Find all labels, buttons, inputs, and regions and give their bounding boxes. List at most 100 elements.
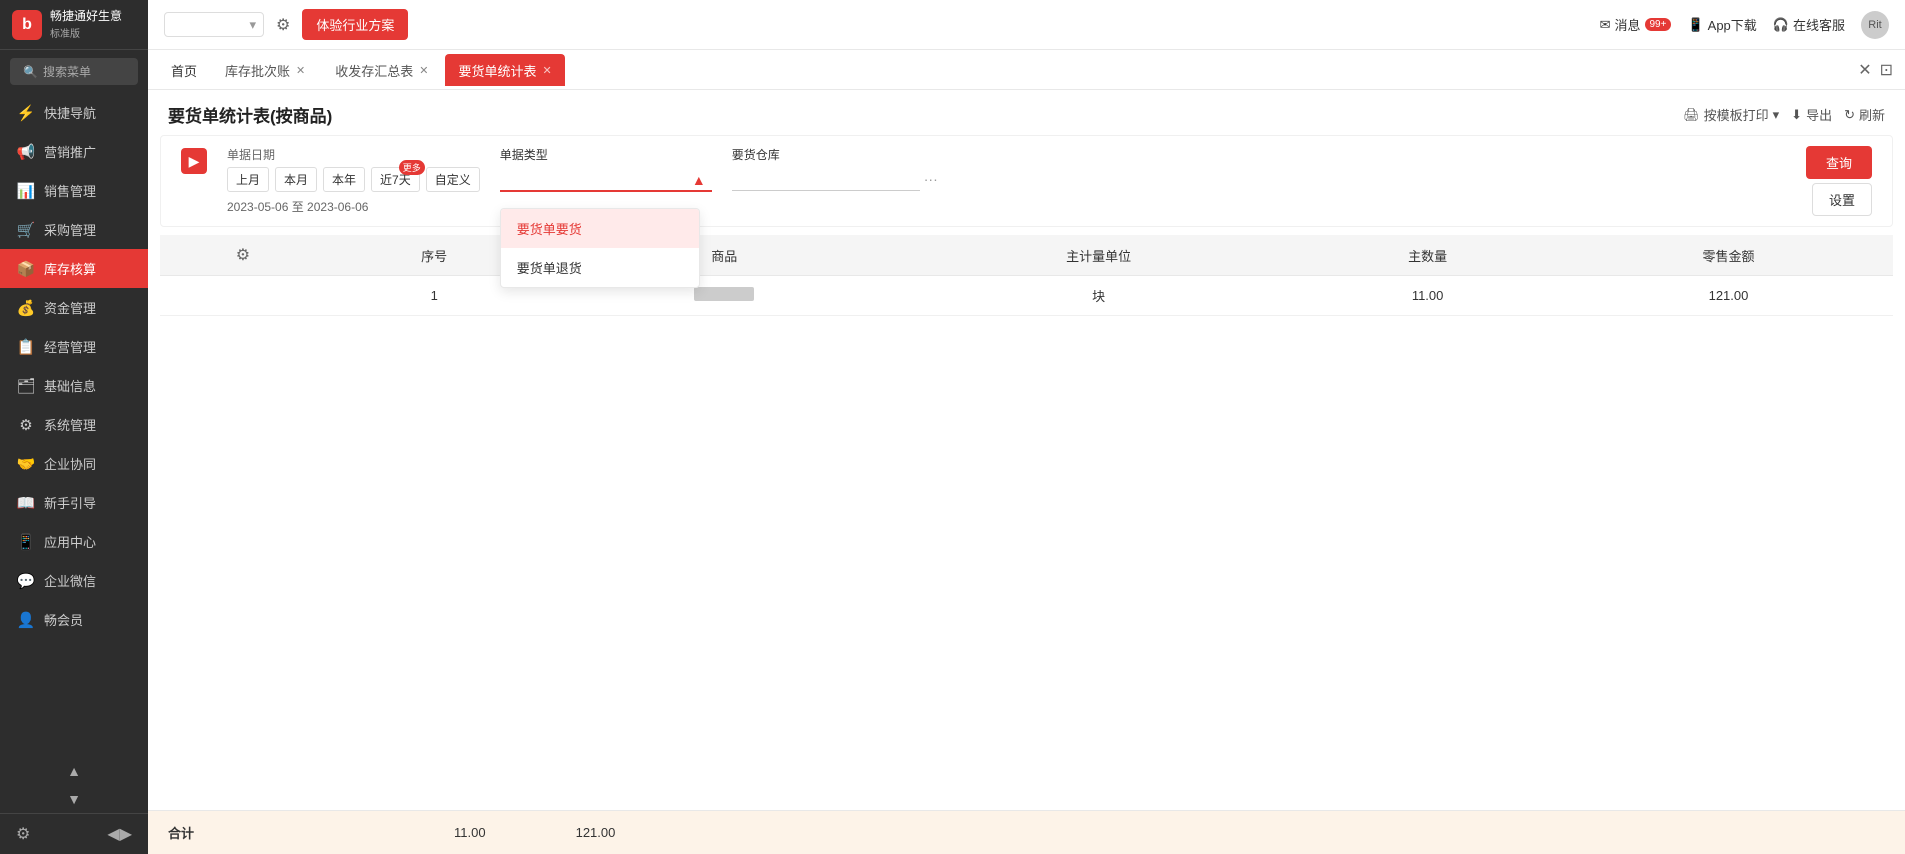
- sidebar-item-wechat[interactable]: 💬 企业微信: [0, 561, 148, 600]
- system-icon: ⚙: [16, 416, 36, 434]
- filter-custom-btn[interactable]: 自定义: [426, 167, 480, 192]
- dropdown-item-requisition-order[interactable]: 要货单要货: [501, 209, 699, 248]
- settings-btn[interactable]: 设置: [1812, 183, 1872, 216]
- settings-icon[interactable]: ⚙: [16, 824, 30, 844]
- page-title-bar: 要货单统计表(按商品) 🖨 按模板打印 ▾ ⬇ 导出 ↻ 刷新: [148, 90, 1905, 135]
- print-chevron[interactable]: ▾: [1773, 107, 1780, 123]
- collapse-icon[interactable]: ◀▶: [107, 824, 132, 844]
- tab-home[interactable]: 首页: [160, 54, 208, 86]
- cell-amount: 121.00: [1564, 276, 1893, 316]
- sidebar-scroll-down[interactable]: ▼: [0, 785, 148, 813]
- store-select[interactable]: 41: [164, 12, 264, 37]
- refresh-btn[interactable]: ↻ 刷新: [1844, 105, 1885, 124]
- footer-amount: 121.00: [576, 825, 616, 840]
- filter-actions-right: 查询 设置: [1806, 146, 1872, 216]
- sidebar-item-marketing[interactable]: 📢 营销推广: [0, 132, 148, 171]
- header-gear-icon[interactable]: ⚙: [276, 15, 290, 35]
- close-window-btn[interactable]: ✕: [1858, 60, 1871, 80]
- sidebar-item-label: 资金管理: [44, 298, 96, 317]
- top-header: 41 ⚙ 体验行业方案 ✉ 消息 99+ 📱 App下载 🎧 在线客服 Rit: [148, 0, 1905, 50]
- online-service-label: 在线客服: [1793, 15, 1845, 34]
- sidebar-item-basics[interactable]: 🗂 基础信息: [0, 366, 148, 405]
- sidebar-item-guide[interactable]: 📖 新手引导: [0, 483, 148, 522]
- dropdown-item-requisition-return[interactable]: 要货单退货: [501, 248, 699, 287]
- refresh-label: 刷新: [1859, 105, 1885, 124]
- sales-icon: 📊: [16, 182, 36, 200]
- messages-item[interactable]: ✉ 消息 99+: [1600, 15, 1672, 34]
- sidebar-item-inventory[interactable]: 📦 库存核算: [0, 249, 148, 288]
- app-name: 畅捷通好生意: [50, 9, 122, 25]
- hot-tag: 更多: [399, 160, 425, 175]
- sidebar-item-shortcut[interactable]: ⚡ 快捷导航: [0, 93, 148, 132]
- tab-home-label: 首页: [171, 61, 197, 80]
- messages-label: 消息: [1614, 15, 1640, 34]
- sidebar-nav: ⚡ 快捷导航 📢 营销推广 📊 销售管理 🛒 采购管理 📦 库存核算 💰 资金管…: [0, 93, 148, 757]
- goods-blurred: [694, 287, 754, 301]
- sidebar-item-label: 经营管理: [44, 337, 96, 356]
- close-tab-inventory-batch[interactable]: ✕: [296, 64, 305, 77]
- filter-year-btn[interactable]: 本年: [323, 167, 365, 192]
- sidebar-item-system[interactable]: ⚙ 系统管理: [0, 405, 148, 444]
- user-avatar[interactable]: Rit: [1861, 11, 1889, 39]
- online-service-item[interactable]: 🎧 在线客服: [1773, 15, 1845, 34]
- sidebar-scroll-up[interactable]: ▲: [0, 757, 148, 785]
- trial-btn[interactable]: 体验行业方案: [302, 9, 408, 40]
- filter-bar: ▶ 单据日期 上月 本月 本年 近7天 更多 自定义 2023-05-06 至 …: [160, 135, 1893, 227]
- sidebar-item-label: 应用中心: [44, 532, 96, 551]
- filter-type-input[interactable]: [500, 167, 712, 192]
- tab-inventory-batch-label: 库存批次账: [225, 61, 290, 80]
- footer-qty: 11.00: [454, 825, 486, 840]
- filter-curr-month-btn[interactable]: 本月: [275, 167, 317, 192]
- close-tab-receivable[interactable]: ✕: [419, 64, 428, 77]
- sidebar-item-member[interactable]: 👤 畅会员: [0, 600, 148, 639]
- appstore-icon: 📱: [16, 533, 36, 551]
- sidebar-item-label: 新手引导: [44, 493, 96, 512]
- col-settings[interactable]: ⚙: [160, 235, 326, 276]
- tab-requisition-summary-label: 要货单统计表: [458, 61, 536, 80]
- sidebar-item-label: 畅会员: [44, 610, 83, 629]
- maximize-window-btn[interactable]: ⊡: [1880, 60, 1893, 80]
- print-template-btn[interactable]: 🖨 按模板打印 ▾: [1683, 105, 1779, 124]
- filter-date-range: 2023-05-06 至 2023-06-06: [227, 198, 480, 215]
- store-select-wrap: 41: [164, 12, 264, 37]
- app-download-item[interactable]: 📱 App下载: [1687, 15, 1756, 34]
- query-btn[interactable]: 查询: [1806, 146, 1872, 179]
- refresh-icon: ↻: [1844, 107, 1855, 123]
- close-tab-requisition[interactable]: ✕: [543, 64, 552, 77]
- filter-warehouse-input-wrap: ···: [732, 167, 938, 191]
- tab-inventory-batch[interactable]: 库存批次账 ✕: [212, 54, 318, 86]
- sidebar-item-purchase[interactable]: 🛒 采购管理: [0, 210, 148, 249]
- table-footer: 合计 11.00 121.00: [148, 810, 1905, 854]
- page-actions: 🖨 按模板打印 ▾ ⬇ 导出 ↻ 刷新: [1683, 105, 1885, 124]
- tab-receivable-summary[interactable]: 收发存汇总表 ✕: [322, 54, 441, 86]
- tab-requisition-summary[interactable]: 要货单统计表 ✕: [445, 54, 564, 86]
- finance-icon: 💰: [16, 299, 36, 317]
- filter-date-row: 上月 本月 本年 近7天 更多 自定义: [227, 167, 480, 192]
- sidebar-item-label: 采购管理: [44, 220, 96, 239]
- table-settings-icon[interactable]: ⚙: [236, 247, 250, 264]
- filter-warehouse-group: 要货仓库 ···: [732, 146, 938, 191]
- filter-date-label: 单据日期: [227, 146, 480, 163]
- sidebar-search[interactable]: 🔍 搜索菜单: [10, 58, 138, 85]
- main-area: 41 ⚙ 体验行业方案 ✉ 消息 99+ 📱 App下载 🎧 在线客服 Rit: [148, 0, 1905, 854]
- filter-prev-month-btn[interactable]: 上月: [227, 167, 269, 192]
- sidebar-item-operations[interactable]: 📋 经营管理: [0, 327, 148, 366]
- sidebar-item-sales[interactable]: 📊 销售管理: [0, 171, 148, 210]
- filter-expand-btn[interactable]: ▶: [181, 148, 207, 174]
- purchase-icon: 🛒: [16, 221, 36, 239]
- sidebar-item-label: 营销推广: [44, 142, 96, 161]
- sidebar-item-appstore[interactable]: 📱 应用中心: [0, 522, 148, 561]
- shortcut-icon: ⚡: [16, 104, 36, 122]
- export-btn[interactable]: ⬇ 导出: [1791, 105, 1832, 124]
- col-amount: 零售金额: [1564, 235, 1893, 276]
- sidebar-item-cooperation[interactable]: 🤝 企业协同: [0, 444, 148, 483]
- sidebar-item-label: 快捷导航: [44, 103, 96, 122]
- filter-type-dropdown: 要货单要货 要货单退货: [500, 208, 700, 288]
- filter-warehouse-more-icon[interactable]: ···: [924, 171, 938, 187]
- filter-type-chevron-icon[interactable]: ▲: [692, 172, 706, 188]
- operations-icon: 📋: [16, 338, 36, 356]
- sidebar-footer: ⚙ ◀▶: [0, 813, 148, 854]
- filter-7days-btn[interactable]: 近7天 更多: [371, 167, 420, 192]
- filter-warehouse-input[interactable]: [732, 167, 920, 191]
- sidebar-item-finance[interactable]: 💰 资金管理: [0, 288, 148, 327]
